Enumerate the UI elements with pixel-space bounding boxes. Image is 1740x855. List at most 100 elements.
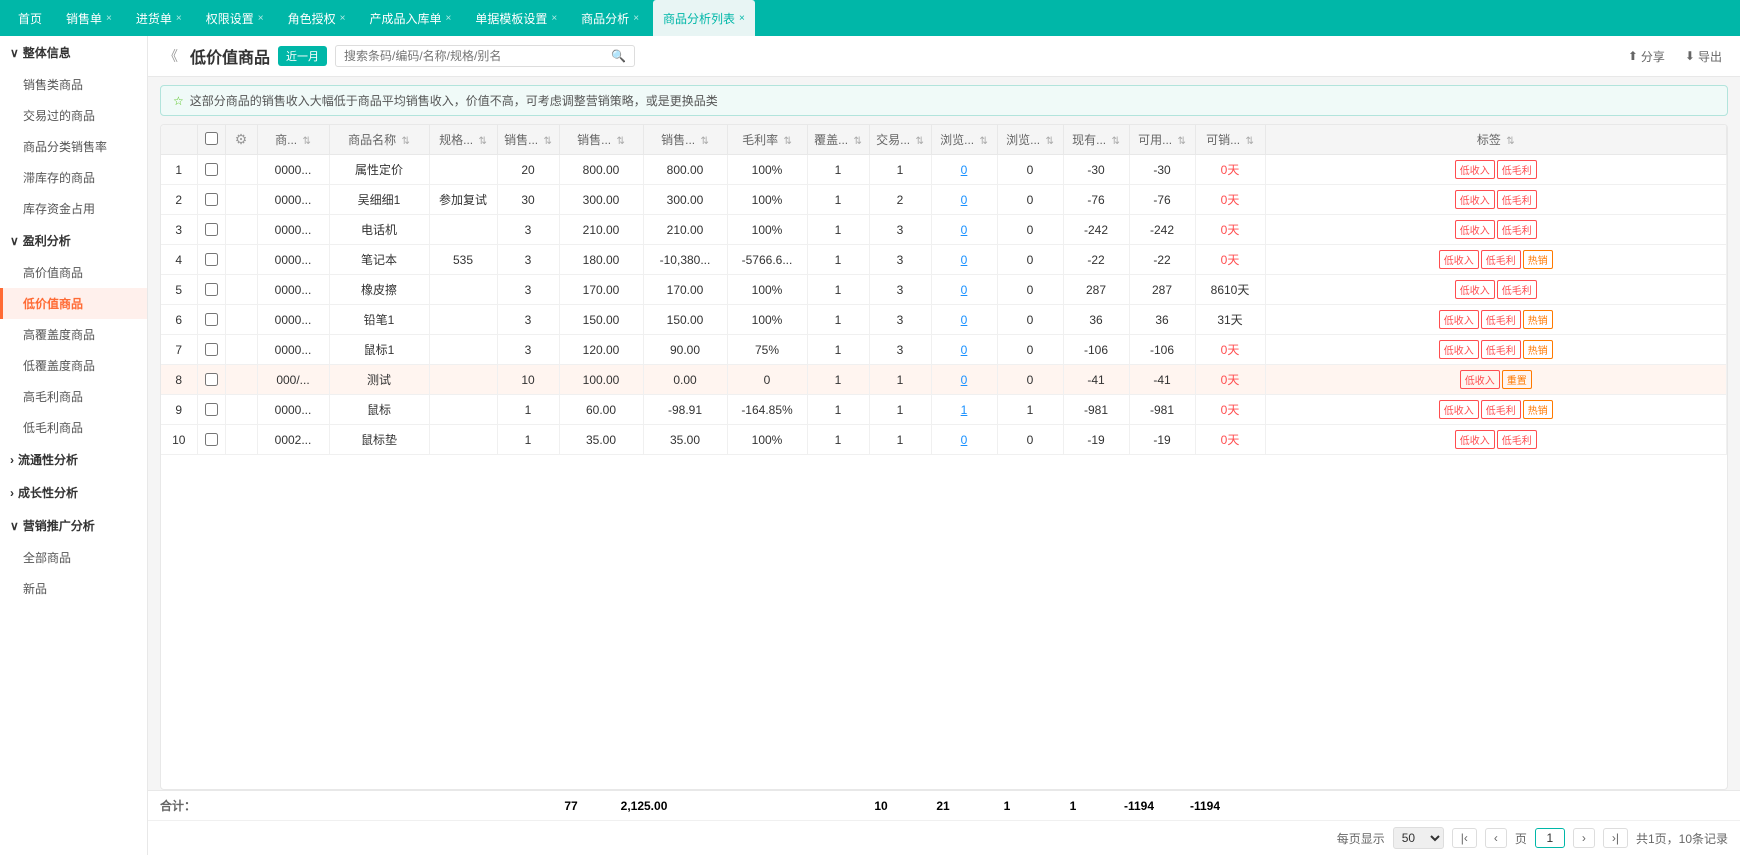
nav-permissions[interactable]: 权限设置 ×	[196, 0, 274, 36]
search-input[interactable]	[344, 49, 607, 63]
tag-label: 低收入	[1439, 400, 1479, 419]
row-checkbox[interactable]	[205, 193, 218, 206]
last-page-btn[interactable]: ›|	[1603, 828, 1628, 848]
sidebar-group-circulation[interactable]: › 流通性分析	[0, 443, 147, 476]
sidebar-item-traded-products[interactable]: 交易过的商品	[0, 100, 147, 131]
first-page-btn[interactable]: |‹	[1452, 828, 1477, 848]
cell-sales2: 170.00	[559, 275, 643, 305]
row-checkbox[interactable]	[205, 283, 218, 296]
nav-inbound[interactable]: 产成品入库单 ×	[359, 0, 461, 36]
cell-name: 鼠标1	[329, 335, 429, 365]
nav-close-roles[interactable]: ×	[340, 13, 346, 24]
sidebar-item-low-value[interactable]: 低价值商品	[0, 288, 147, 319]
cell-spec: 参加复试	[429, 185, 497, 215]
sidebar-collapse-btn[interactable]: 《	[160, 44, 182, 68]
row-checkbox[interactable]	[205, 403, 218, 416]
nav-product-analysis-list[interactable]: 商品分析列表 ×	[653, 0, 755, 36]
row-checkbox[interactable]	[205, 313, 218, 326]
cell-sales2: 300.00	[559, 185, 643, 215]
nav-product-analysis[interactable]: 商品分析 ×	[571, 0, 649, 36]
prev-page-btn[interactable]: ‹	[1485, 828, 1507, 848]
browse-link[interactable]: 0	[961, 373, 968, 387]
cell-browse2: 0	[997, 155, 1063, 185]
search-icon[interactable]: 🔍	[611, 49, 626, 63]
sidebar-item-high-coverage[interactable]: 高覆盖度商品	[0, 319, 147, 350]
nav-template[interactable]: 单据模板设置 ×	[465, 0, 567, 36]
footer-sales1: 77	[540, 799, 602, 813]
current-page[interactable]: 1	[1535, 828, 1565, 848]
browse-link[interactable]: 0	[961, 343, 968, 357]
export-btn[interactable]: ⬇ 导出	[1679, 45, 1728, 68]
cell-sales1: 10	[497, 365, 559, 395]
cell-stock1: -22	[1063, 245, 1129, 275]
nav-close-template[interactable]: ×	[551, 13, 557, 24]
time-tag-btn[interactable]: 近一月	[278, 46, 327, 66]
th-spec: 规格... ⇅	[429, 125, 497, 155]
tag-label: 低毛利	[1481, 310, 1521, 329]
sidebar-group-profit[interactable]: ∨ 盈利分析	[0, 224, 147, 257]
cell-trade: 3	[869, 305, 931, 335]
browse-link[interactable]: 0	[961, 313, 968, 327]
cell-num: 4	[161, 245, 197, 275]
th-gross: 毛利率 ⇅	[727, 125, 807, 155]
nav-close-inbound[interactable]: ×	[445, 13, 451, 24]
nav-close-permissions[interactable]: ×	[258, 13, 264, 24]
share-btn[interactable]: ⬆ 分享	[1622, 45, 1671, 68]
sidebar-item-all-products[interactable]: 全部商品	[0, 542, 147, 573]
cell-cover: 1	[807, 275, 869, 305]
settings-icon[interactable]: ⚙	[235, 131, 248, 147]
row-checkbox[interactable]	[205, 163, 218, 176]
cell-spec	[429, 335, 497, 365]
cell-tags: 低收入低毛利	[1265, 275, 1727, 305]
sidebar-group-growth[interactable]: › 成长性分析	[0, 476, 147, 509]
sidebar-item-category-sales-rate[interactable]: 商品分类销售率	[0, 131, 147, 162]
cell-sellable: 31天	[1195, 305, 1265, 335]
sidebar-item-low-coverage[interactable]: 低覆盖度商品	[0, 350, 147, 381]
cell-cover: 1	[807, 245, 869, 275]
sidebar-item-stock-capital[interactable]: 库存资金占用	[0, 193, 147, 224]
row-checkbox[interactable]	[205, 433, 218, 446]
sidebar-item-sales-products[interactable]: 销售类商品	[0, 69, 147, 100]
per-page-select[interactable]: 50 100	[1393, 827, 1444, 849]
nav-close-purchase[interactable]: ×	[176, 13, 182, 24]
nav-roles[interactable]: 角色授权 ×	[278, 0, 356, 36]
row-checkbox[interactable]	[205, 343, 218, 356]
select-all-checkbox[interactable]	[205, 132, 218, 145]
nav-sales[interactable]: 销售单 ×	[56, 0, 122, 36]
cell-cover: 1	[807, 395, 869, 425]
sidebar-item-slow-stock[interactable]: 滞库存的商品	[0, 162, 147, 193]
nav-purchase[interactable]: 进货单 ×	[126, 0, 192, 36]
row-checkbox[interactable]	[205, 223, 218, 236]
nav-home[interactable]: 首页	[8, 0, 52, 36]
browse-link[interactable]: 0	[961, 283, 968, 297]
cell-name: 测试	[329, 365, 429, 395]
cell-sales3: -98.91	[643, 395, 727, 425]
sidebar-group-marketing[interactable]: ∨ 营销推广分析	[0, 509, 147, 542]
sidebar-item-high-value[interactable]: 高价值商品	[0, 257, 147, 288]
cell-spec	[429, 395, 497, 425]
nav-close-product-analysis[interactable]: ×	[633, 13, 639, 24]
browse-link[interactable]: 1	[961, 403, 968, 417]
cell-stock2: -41	[1129, 365, 1195, 395]
sidebar-item-low-margin[interactable]: 低毛利商品	[0, 412, 147, 443]
sidebar-item-new-products[interactable]: 新品	[0, 573, 147, 604]
row-checkbox[interactable]	[205, 373, 218, 386]
table-row: 2 0000... 吴细细1 参加复试 30 300.00 300.00 100…	[161, 185, 1727, 215]
cell-num: 2	[161, 185, 197, 215]
browse-link[interactable]: 0	[961, 223, 968, 237]
cell-stock1: -19	[1063, 425, 1129, 455]
browse-link[interactable]: 0	[961, 433, 968, 447]
next-page-btn[interactable]: ›	[1573, 828, 1595, 848]
row-checkbox[interactable]	[205, 253, 218, 266]
th-check[interactable]	[197, 125, 225, 155]
cell-browse1: 0	[931, 305, 997, 335]
browse-link[interactable]: 0	[961, 193, 968, 207]
browse-link[interactable]: 0	[961, 163, 968, 177]
nav-close-sales[interactable]: ×	[106, 13, 112, 24]
browse-link[interactable]: 0	[961, 253, 968, 267]
cell-num: 10	[161, 425, 197, 455]
cell-stock1: -242	[1063, 215, 1129, 245]
sidebar-item-high-margin[interactable]: 高毛利商品	[0, 381, 147, 412]
nav-close-product-analysis-list[interactable]: ×	[739, 13, 745, 24]
sidebar-group-overall[interactable]: ∨ 整体信息	[0, 36, 147, 69]
